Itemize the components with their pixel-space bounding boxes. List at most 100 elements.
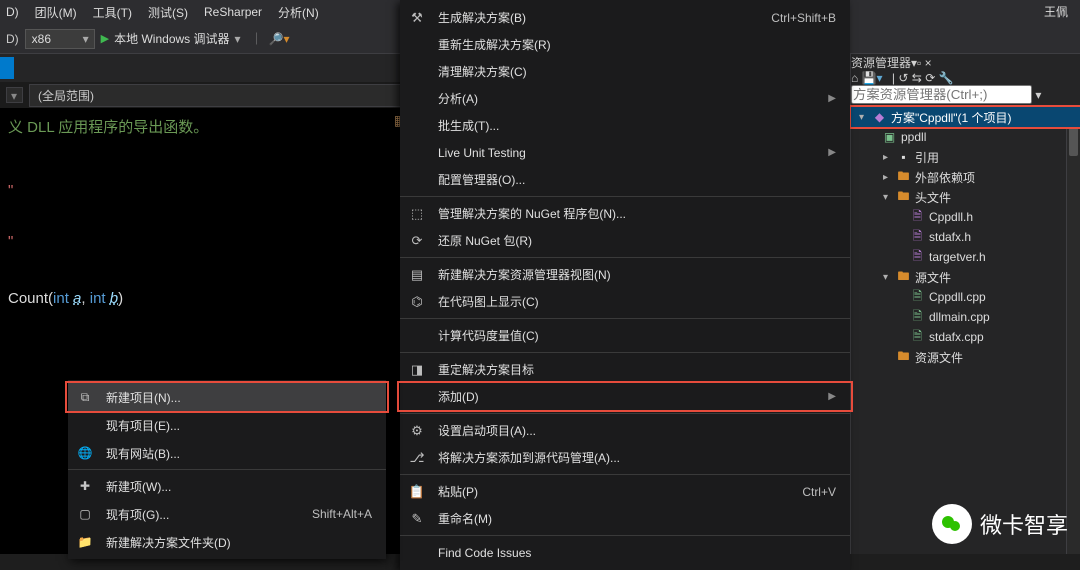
sub-existing-website[interactable]: 🌐现有网站(B)...	[68, 439, 386, 467]
toolbar-sep: D)	[6, 32, 19, 46]
tree-file[interactable]: 🗎targetver.h	[851, 247, 1080, 267]
existitem-icon: ▢	[74, 507, 96, 521]
scm-icon: ⎇	[406, 450, 428, 466]
tree-project[interactable]: ▣ppdll	[851, 127, 1080, 147]
ctx-add[interactable]: 添加(D)▶	[400, 383, 850, 410]
ctx-live[interactable]: Live Unit Testing▶	[400, 139, 850, 166]
sub-new-project[interactable]: ⧉新建项目(N)...	[68, 383, 386, 411]
ctx-restore[interactable]: ⟳还原 NuGet 包(R)	[400, 227, 850, 254]
build-icon: ⚒	[406, 10, 428, 26]
tree-file[interactable]: 🗎stdafx.h	[851, 227, 1080, 247]
tree-solution[interactable]: ▾◆方案"Cppdll"(1 个项目)	[851, 107, 1080, 127]
add-submenu: ⧉新建项目(N)... 现有项目(E)... 🌐现有网站(B)... ✚新建项(…	[68, 380, 386, 559]
view-icon: ▤	[406, 267, 428, 283]
ctx-build[interactable]: ⚒生成解决方案(B)Ctrl+Shift+B	[400, 4, 850, 31]
solution-panel: 资源管理器▾▫ × ⌂ 💾▾ | ↺ ⇆ ⟳ 🔧 ▾ ▾◆方案"Cppdll"(…	[850, 54, 1080, 554]
ctx-rename[interactable]: ✎重命名(M)	[400, 505, 850, 532]
tree-refs[interactable]: ▸▪引用	[851, 147, 1080, 167]
panel-scrollbar[interactable]	[1066, 108, 1080, 554]
start-debug-button[interactable]: ▶ 本地 Windows 调试器 ▾	[101, 30, 241, 47]
tree-file[interactable]: 🗎dllmain.cpp	[851, 307, 1080, 327]
panel-header: 资源管理器▾▫ ×	[851, 54, 1080, 71]
tree-ext[interactable]: ▸🖿外部依赖项	[851, 167, 1080, 187]
sub-new-item[interactable]: ✚新建项(W)...	[68, 472, 386, 500]
save-icon[interactable]: 💾▾	[862, 71, 883, 85]
brand-text: 微卡智享	[980, 508, 1068, 540]
play-icon: ▶	[101, 32, 109, 45]
pin-icon[interactable]: ▫ ×	[917, 56, 932, 70]
ctx-scm[interactable]: ⎇将解决方案添加到源代码管理(A)...	[400, 444, 850, 471]
panel-toolbar: ⌂ 💾▾ | ↺ ⇆ ⟳ 🔧	[851, 71, 1080, 85]
active-tab-indicator	[0, 57, 14, 79]
refs-icon: ▪	[896, 150, 911, 164]
gear-icon: ⚙	[406, 423, 428, 439]
h-file-icon: 🗎	[910, 227, 925, 248]
ctx-nuget[interactable]: ⬚管理解决方案的 NuGet 程序包(N)...	[400, 200, 850, 227]
menu-team[interactable]: 团队(M)	[35, 4, 77, 21]
folder-icon: 🖿	[896, 167, 911, 188]
tree-file[interactable]: 🗎Cppdll.h	[851, 207, 1080, 227]
debug-label: 本地 Windows 调试器	[114, 30, 229, 47]
tree-headers[interactable]: ▾🖿头文件	[851, 187, 1080, 207]
cpp-file-icon: 🗎	[910, 307, 925, 328]
context-menu: ⚒生成解决方案(B)Ctrl+Shift+B 重新生成解决方案(R) 清理解决方…	[400, 0, 850, 570]
wrench-icon[interactable]: 🔧	[939, 71, 954, 85]
folder-icon: 🖿	[896, 187, 911, 208]
ctx-clean[interactable]: 清理解决方案(C)	[400, 58, 850, 85]
cpp-file-icon: 🗎	[910, 327, 925, 348]
ctx-config[interactable]: 配置管理器(O)...	[400, 166, 850, 193]
folder-icon: 📁	[74, 535, 96, 549]
retarget-icon: ◨	[406, 362, 428, 378]
h-file-icon: 🗎	[910, 207, 925, 228]
scope-dd-main[interactable]: (全局范围)	[29, 84, 434, 107]
h-file-icon: 🗎	[910, 247, 925, 268]
search-dd-icon[interactable]: ▾	[1035, 88, 1041, 102]
tree-file[interactable]: 🗎stdafx.cpp	[851, 327, 1080, 347]
tree-res[interactable]: 🖿资源文件	[851, 347, 1080, 367]
sub-existing-item[interactable]: ▢现有项(G)...Shift+Alt+A	[68, 500, 386, 528]
folder-icon: 🖿	[896, 267, 911, 288]
menu-resharper[interactable]: ReSharper	[204, 5, 262, 19]
sync-icon[interactable]: ⇆	[912, 71, 922, 85]
menu-d[interactable]: D)	[6, 5, 19, 19]
comment: 义 DLL 应用程序的导出函数。	[8, 119, 208, 136]
toolbar-icon[interactable]: 🔎▾	[269, 32, 290, 46]
solution-tree: ▾◆方案"Cppdll"(1 个项目) ▣ppdll ▸▪引用 ▸🖿外部依赖项 …	[851, 104, 1080, 370]
scope-dd-small[interactable]	[6, 87, 23, 103]
sub-new-folder[interactable]: 📁新建解决方案文件夹(D)	[68, 528, 386, 556]
home-icon[interactable]: ⌂	[851, 71, 858, 85]
ctx-retarget[interactable]: ◨重定解决方案目标	[400, 356, 850, 383]
ctx-paste[interactable]: 📋粘贴(P)Ctrl+V	[400, 478, 850, 505]
ctx-analyze[interactable]: 分析(A)▶	[400, 85, 850, 112]
website-icon: 🌐	[74, 446, 96, 460]
tree-file[interactable]: 🗎Cppdll.cpp	[851, 287, 1080, 307]
nuget-icon: ⬚	[406, 206, 428, 222]
refresh-icon[interactable]: ⟳	[925, 71, 935, 85]
panel-search-input[interactable]	[851, 85, 1032, 104]
platform-dropdown[interactable]: x86	[25, 29, 95, 49]
solution-icon: ◆	[872, 110, 887, 124]
cpp-file-icon: 🗎	[910, 287, 925, 308]
ctx-codemap[interactable]: ⌬在代码图上显示(C)	[400, 288, 850, 315]
rename-icon: ✎	[406, 511, 428, 527]
brand-watermark: 微卡智享	[932, 504, 1068, 544]
history-icon[interactable]: ↺	[898, 71, 908, 85]
new-project-icon: ⧉	[74, 390, 96, 405]
project-icon: ▣	[882, 130, 897, 144]
ctx-rebuild[interactable]: 重新生成解决方案(R)	[400, 31, 850, 58]
user-label: 王佩	[1044, 3, 1068, 20]
ctx-startup[interactable]: ⚙设置启动项目(A)...	[400, 417, 850, 444]
tree-sources[interactable]: ▾🖿源文件	[851, 267, 1080, 287]
sub-existing-project[interactable]: 现有项目(E)...	[68, 411, 386, 439]
menu-analyze[interactable]: 分析(N)	[278, 4, 319, 21]
ctx-find[interactable]: Find Code Issues	[400, 539, 850, 566]
panel-search: ▾	[851, 85, 1080, 104]
ctx-metrics[interactable]: 计算代码度量值(C)	[400, 322, 850, 349]
ctx-batch[interactable]: 批生成(T)...	[400, 112, 850, 139]
paste-icon: 📋	[406, 484, 428, 500]
ctx-newview[interactable]: ▤新建解决方案资源管理器视图(N)	[400, 261, 850, 288]
wechat-icon	[932, 504, 972, 544]
menu-test[interactable]: 测试(S)	[148, 4, 188, 21]
folder-icon: 🖿	[896, 347, 911, 368]
menu-tools[interactable]: 工具(T)	[93, 4, 132, 21]
